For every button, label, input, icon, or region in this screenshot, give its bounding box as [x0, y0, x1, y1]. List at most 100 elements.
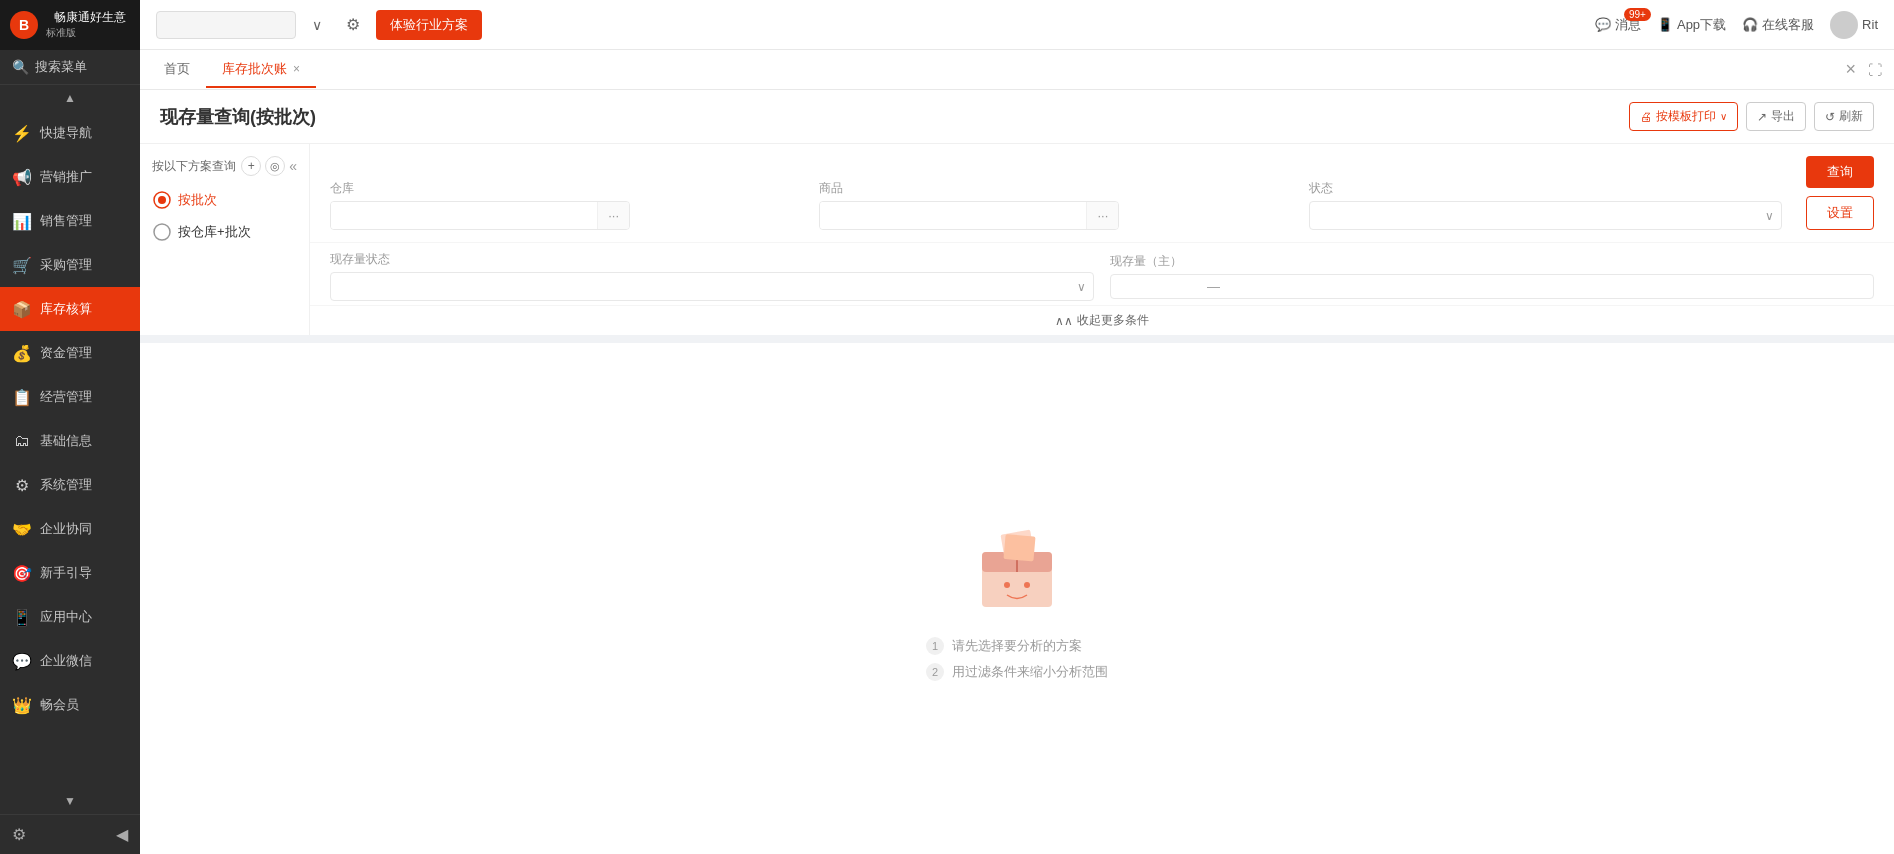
- refresh-icon: ↺: [1825, 110, 1835, 124]
- add-scheme-btn[interactable]: +: [241, 156, 261, 176]
- collapse-label: 收起更多条件: [1077, 312, 1149, 329]
- main-content: ∨ ⚙ 体验行业方案 💬 消息 99+ 📱 App下载 🎧 在线客服: [140, 0, 1894, 854]
- export-btn[interactable]: ↗ 导出: [1746, 102, 1806, 131]
- operations-icon: 📋: [12, 387, 32, 407]
- sidebar-nav: ⚡ 快捷导航 📢 营销推广 📊 销售管理 🛒 采购管理 📦 库存核算 💰: [0, 111, 140, 788]
- status-select[interactable]: [1309, 201, 1782, 230]
- trial-btn[interactable]: 体验行业方案: [376, 10, 482, 40]
- message-icon: 💬: [1595, 17, 1611, 32]
- qty-to-input[interactable]: [1226, 279, 1306, 294]
- settings-footer-icon[interactable]: ⚙: [12, 825, 26, 844]
- topbar-left: ∨ ⚙ 体验行业方案: [156, 10, 482, 40]
- member-icon: 👑: [12, 695, 32, 715]
- sidebar-header: B 畅康通好生意 标准版: [0, 0, 140, 50]
- empty-illustration: [957, 517, 1077, 617]
- sidebar-item-label: 系统管理: [40, 476, 92, 494]
- status-label: 状态: [1309, 180, 1782, 197]
- printer-icon: 🖨: [1640, 110, 1652, 124]
- purchase-icon: 🛒: [12, 255, 32, 275]
- user-name: Rit: [1862, 17, 1878, 32]
- export-icon: ↗: [1757, 110, 1767, 124]
- messages-btn[interactable]: 💬 消息 99+: [1595, 16, 1641, 34]
- warehouse-input[interactable]: [331, 202, 597, 229]
- sidebar-item-label: 营销推广: [40, 168, 92, 186]
- sidebar-item-enterprise[interactable]: 🤝 企业协同: [0, 507, 140, 551]
- dropdown-btn[interactable]: ∨: [304, 13, 330, 37]
- product-input[interactable]: [820, 202, 1086, 229]
- sidebar-item-label: 资金管理: [40, 344, 92, 362]
- sidebar-item-app-center[interactable]: 📱 应用中心: [0, 595, 140, 639]
- sidebar-item-label: 销售管理: [40, 212, 92, 230]
- sidebar: B 畅康通好生意 标准版 🔍 搜索菜单 ▲ ⚡ 快捷导航 📢 营销推广: [0, 0, 140, 854]
- collapse-bar[interactable]: ∧∧ 收起更多条件: [310, 305, 1894, 335]
- search-menu[interactable]: 🔍 搜索菜单: [0, 50, 140, 85]
- topbar-gear-icon[interactable]: ⚙: [338, 11, 368, 38]
- phone-icon: 📱: [1657, 17, 1673, 32]
- sidebar-item-quick-nav[interactable]: ⚡ 快捷导航: [0, 111, 140, 155]
- app-download-btn[interactable]: 📱 App下载: [1657, 16, 1726, 34]
- sidebar-item-inventory[interactable]: 📦 库存核算: [0, 287, 140, 331]
- left-panel: 按以下方案查询 + ◎ «: [140, 144, 310, 335]
- sidebar-item-label: 基础信息: [40, 432, 92, 450]
- sidebar-item-purchase[interactable]: 🛒 采购管理: [0, 243, 140, 287]
- app-edition: 标准版: [46, 26, 126, 40]
- settings-btn[interactable]: 设置: [1806, 196, 1874, 230]
- quick-nav-icon: ⚡: [12, 123, 32, 143]
- collapse-panel-btn[interactable]: «: [289, 158, 297, 174]
- refresh-btn[interactable]: ↺ 刷新: [1814, 102, 1874, 131]
- sidebar-item-sales[interactable]: 📊 销售管理: [0, 199, 140, 243]
- sidebar-item-label: 库存核算: [40, 300, 92, 318]
- svg-point-2: [154, 224, 170, 240]
- action-buttons: 查询 设置: [1806, 156, 1874, 230]
- sidebar-item-newbie[interactable]: 🎯 新手引导: [0, 551, 140, 595]
- warehouse-filter-col: 仓库 ···: [330, 180, 803, 230]
- app-logo: B: [10, 11, 38, 39]
- avatar: [1830, 11, 1858, 39]
- left-panel-header: 按以下方案查询 + ◎ «: [140, 156, 309, 184]
- scheme-item-warehouse-batch[interactable]: 按仓库+批次: [140, 216, 309, 248]
- sidebar-item-marketing[interactable]: 📢 营销推广: [0, 155, 140, 199]
- sidebar-item-finance[interactable]: 💰 资金管理: [0, 331, 140, 375]
- tab-close-btn[interactable]: ×: [293, 62, 300, 76]
- sidebar-item-operations[interactable]: 📋 经营管理: [0, 375, 140, 419]
- status-filter-col: 状态 ∨: [1309, 180, 1782, 230]
- online-service-btn[interactable]: 🎧 在线客服: [1742, 16, 1814, 34]
- tab-inventory-batch[interactable]: 库存批次账 ×: [206, 52, 316, 88]
- left-panel-title: 按以下方案查询: [152, 158, 236, 175]
- scheme-item-batch[interactable]: 按批次: [140, 184, 309, 216]
- right-filter-section: 仓库 ··· 商品 ···: [310, 144, 1894, 335]
- sidebar-item-member[interactable]: 👑 畅会员: [0, 683, 140, 727]
- scheme-settings-btn[interactable]: ◎: [265, 156, 285, 176]
- topbar: ∨ ⚙ 体验行业方案 💬 消息 99+ 📱 App下载 🎧 在线客服: [140, 0, 1894, 50]
- sidebar-item-label: 企业协同: [40, 520, 92, 538]
- qty-from-input[interactable]: [1121, 279, 1201, 294]
- collapse-sidebar-icon[interactable]: ◀: [116, 825, 128, 844]
- svg-point-6: [1004, 582, 1010, 588]
- sidebar-item-basic[interactable]: 🗂 基础信息: [0, 419, 140, 463]
- inventory-status-filter-col: 现存量状态 ∨: [330, 251, 1094, 301]
- tab-home[interactable]: 首页: [148, 52, 206, 88]
- user-avatar[interactable]: Rit: [1830, 11, 1878, 39]
- resize-icon[interactable]: ⛶: [1864, 62, 1886, 78]
- app-title: 畅康通好生意: [54, 10, 126, 26]
- tip-text-1: 请先选择要分析的方案: [952, 637, 1082, 655]
- template-print-btn[interactable]: 🖨 按模板打印 ∨: [1629, 102, 1738, 131]
- sidebar-scroll-down[interactable]: ▼: [60, 790, 80, 812]
- sidebar-item-enterprise-wechat[interactable]: 💬 企业微信: [0, 639, 140, 683]
- inventory-status-select[interactable]: [330, 272, 1094, 301]
- empty-tip-2: 2 用过滤条件来缩小分析范围: [926, 663, 1108, 681]
- svg-rect-9: [1003, 533, 1035, 561]
- page-header-actions: 🖨 按模板打印 ∨ ↗ 导出 ↺ 刷新: [1629, 102, 1874, 131]
- sidebar-item-system[interactable]: ⚙ 系统管理: [0, 463, 140, 507]
- product-more-btn[interactable]: ···: [1086, 202, 1118, 229]
- close-panel-icon[interactable]: ×: [1837, 59, 1864, 80]
- tip-num-1: 1: [926, 637, 944, 655]
- page-header: 现存量查询(按批次) 🖨 按模板打印 ∨ ↗ 导出 ↺ 刷新: [140, 90, 1894, 144]
- export-label: 导出: [1771, 108, 1795, 125]
- inventory-qty-filter-col: 现存量（主） —: [1110, 253, 1874, 299]
- query-btn[interactable]: 查询: [1806, 156, 1874, 188]
- search-input[interactable]: [156, 11, 296, 39]
- sidebar-scroll-up[interactable]: ▲: [60, 87, 80, 109]
- inventory-icon: 📦: [12, 299, 32, 319]
- warehouse-more-btn[interactable]: ···: [597, 202, 629, 229]
